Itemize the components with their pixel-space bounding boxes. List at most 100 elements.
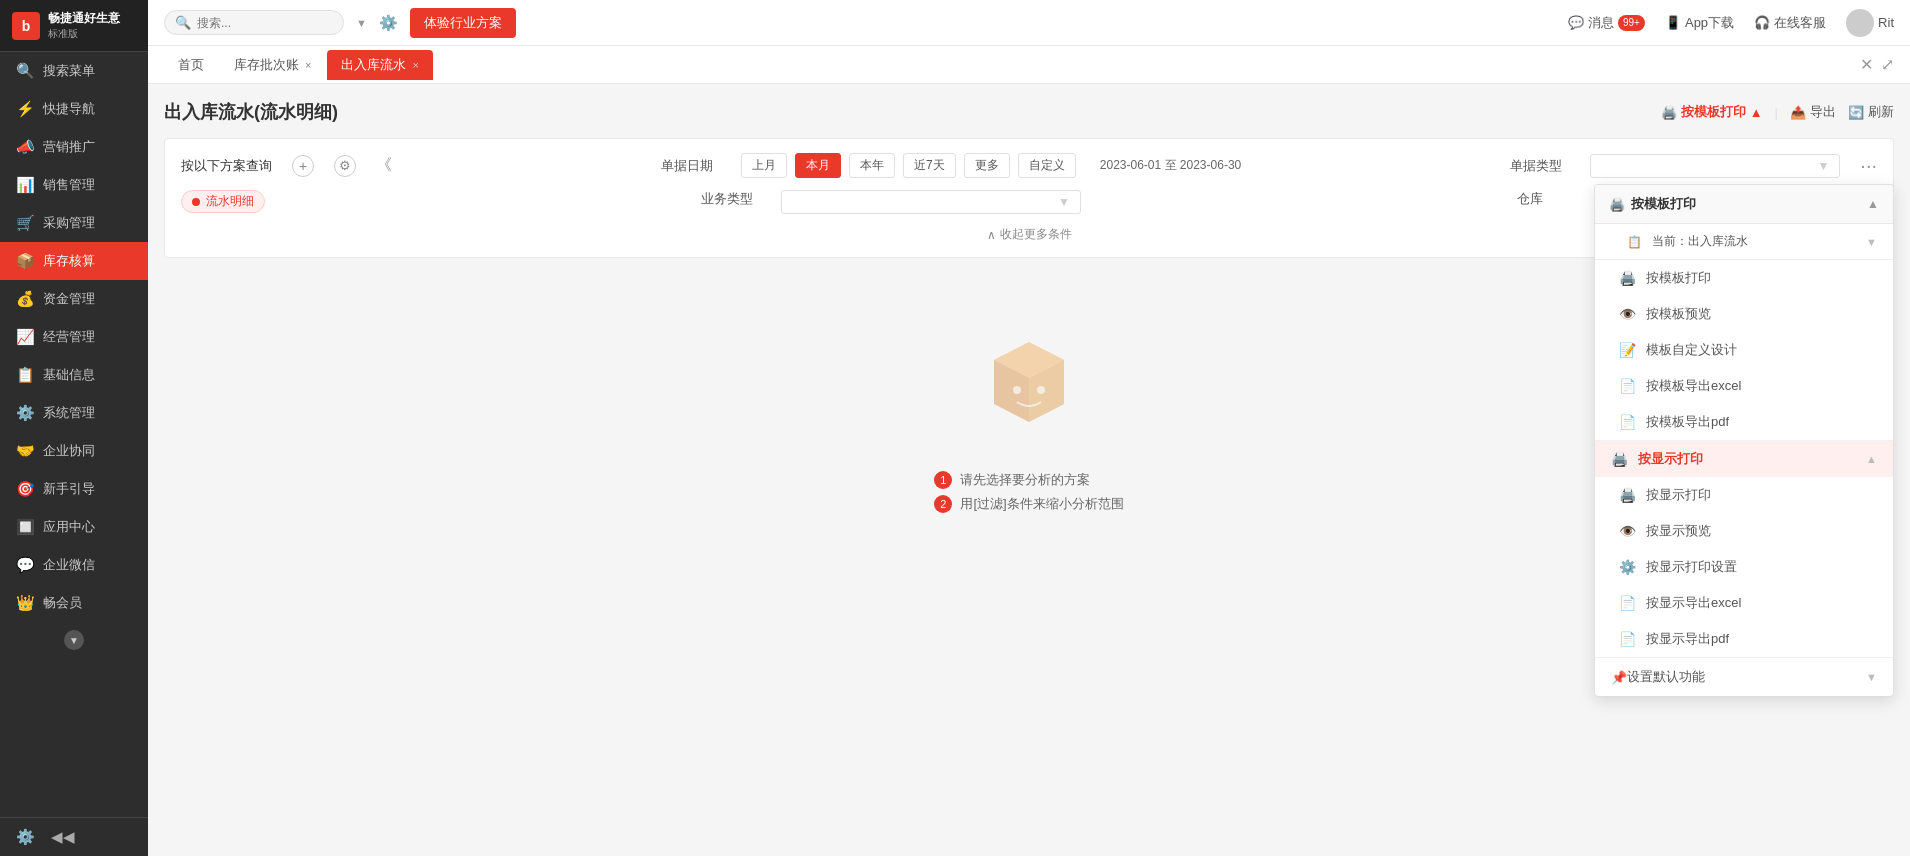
dropdown-template-excel[interactable]: 📄 按模板导出excel [1595, 368, 1893, 404]
empty-illustration [979, 332, 1079, 451]
dropdown-footer[interactable]: 📌 设置默认功能 ▼ [1595, 658, 1893, 696]
sidebar-item-basic-info-label: 基础信息 [43, 366, 95, 384]
sidebar-item-marketing[interactable]: 📣营销推广 [0, 128, 148, 166]
customer-service-btn[interactable]: 🎧 在线客服 [1754, 14, 1826, 32]
date-btn-本年[interactable]: 本年 [849, 153, 895, 178]
sidebar-item-app-center[interactable]: 🔲 应用中心 [0, 508, 148, 546]
filter-tag: 流水明细 [181, 190, 265, 213]
brand-sub: 标准版 [48, 27, 120, 41]
window-expand-btn[interactable]: ⤢ [1881, 55, 1894, 74]
dropdown-template-print[interactable]: 🖨️ 按模板打印 [1595, 260, 1893, 296]
sidebar-bottom: ⚙️ ◀◀ [0, 817, 148, 856]
biz-type-label: 业务类型 [701, 190, 761, 208]
message-label: 消息 [1588, 14, 1614, 32]
dropdown-template-pdf[interactable]: 📄 按模板导出pdf [1595, 404, 1893, 440]
sidebar-item-quick-nav[interactable]: ⚡快捷导航 [0, 90, 148, 128]
dropdown-template-preview[interactable]: 👁️ 按模板预览 [1595, 296, 1893, 332]
display-header-icon: 🖨️ [1611, 451, 1628, 467]
settings-icon[interactable]: ⚙️ [16, 828, 35, 846]
tab-inventory-batch-close[interactable]: × [305, 59, 311, 71]
sidebar-item-enterprise[interactable]: 🤝企业协同 [0, 432, 148, 470]
display-print-label: 按显示打印 [1646, 486, 1711, 504]
tab-inventory-batch[interactable]: 库存批次账 × [220, 50, 325, 80]
dropdown-display-preview[interactable]: 👁️ 按显示预览 [1595, 513, 1893, 549]
sidebar-logo-text: 畅捷通好生意 标准版 [48, 10, 120, 41]
member-icon: 👑 [16, 594, 35, 612]
dropdown-display-print[interactable]: 🖨️ 按显示打印 [1595, 477, 1893, 513]
page-header: 出入库流水(流水明细) 🖨️ 按模板打印 ▲ | 📤 导出 🔄 刷新 [164, 100, 1894, 124]
export-icon: 📤 [1790, 105, 1806, 120]
filter-setting-btn[interactable]: ⚙ [334, 155, 356, 177]
doc-type-chevron: ▼ [1817, 159, 1829, 173]
export-btn[interactable]: 📤 导出 [1790, 103, 1836, 121]
filter-collapse-btn[interactable]: 《 [376, 155, 392, 176]
template-pdf-label: 按模板导出pdf [1646, 413, 1729, 431]
dropdown-display-header[interactable]: 🖨️ 按显示打印 ▲ [1595, 441, 1893, 477]
user-avatar-btn[interactable]: Rit [1846, 9, 1894, 37]
sidebar-item-member-label: 畅会员 [43, 594, 82, 612]
topbar-search-box[interactable]: 🔍 [164, 10, 344, 35]
refresh-icon: 🔄 [1848, 105, 1864, 120]
search-icon: 🔍 [175, 15, 191, 30]
print-template-btn[interactable]: 🖨️ 按模板打印 ▲ [1661, 103, 1763, 121]
sidebar-item-wecom[interactable]: 💬企业微信 [0, 546, 148, 584]
sidebar-item-member[interactable]: 👑 畅会员 [0, 584, 148, 622]
dropdown-collapse-icon[interactable]: ▲ [1867, 197, 1879, 211]
sidebar-item-finance[interactable]: 💰资金管理 [0, 280, 148, 318]
sidebar-item-search[interactable]: 🔍搜索菜单 [0, 52, 148, 90]
refresh-btn[interactable]: 🔄 刷新 [1848, 103, 1894, 121]
tab-inventory-flow-close[interactable]: × [412, 59, 418, 71]
sidebar-item-operation[interactable]: 📈经营管理 [0, 318, 148, 356]
doc-type-more[interactable]: ··· [1860, 154, 1877, 177]
svg-point-4 [1013, 386, 1021, 394]
sidebar-item-sales[interactable]: 📊销售管理 [0, 166, 148, 204]
marketing-icon: 📣 [16, 138, 35, 156]
basic-info-icon: 📋 [16, 366, 35, 384]
topbar-gear-icon[interactable]: ⚙️ [379, 14, 398, 32]
sidebar-item-enterprise-label: 企业协同 [43, 442, 95, 460]
template-pdf-icon: 📄 [1619, 414, 1636, 430]
dropdown-template-custom[interactable]: 📝 模板自定义设计 [1595, 332, 1893, 368]
sidebar-item-purchase[interactable]: 🛒采购管理 [0, 204, 148, 242]
download-icon: 📱 [1665, 15, 1681, 30]
app-center-icon: 🔲 [16, 518, 35, 536]
filter-tag-label: 流水明细 [206, 193, 254, 210]
search-dropdown-icon[interactable]: ▼ [356, 17, 367, 29]
doc-type-select[interactable]: ▼ [1590, 154, 1840, 178]
date-btn-本月[interactable]: 本月 [795, 153, 841, 178]
sidebar-scroll-down[interactable]: ▼ [64, 630, 84, 650]
message-btn[interactable]: 💬 消息 99+ [1568, 14, 1645, 32]
display-settings-label: 按显示打印设置 [1646, 558, 1737, 576]
sidebar-item-app-center-label: 应用中心 [43, 518, 95, 536]
dropdown-current-item[interactable]: 📋 当前：出入库流水 ▼ [1595, 224, 1893, 259]
dropdown-title-label: 按模板打印 [1631, 195, 1696, 213]
collapse-icon[interactable]: ◀◀ [51, 828, 75, 846]
sidebar-item-system[interactable]: ⚙️系统管理 [0, 394, 148, 432]
date-btn-近7天[interactable]: 近7天 [903, 153, 956, 178]
sidebar-item-basic-info[interactable]: 📋 基础信息 [0, 356, 148, 394]
dropdown-display-pdf[interactable]: 📄 按显示导出pdf [1595, 621, 1893, 657]
industry-btn[interactable]: 体验行业方案 [410, 8, 516, 38]
app-download-btn[interactable]: 📱 App下载 [1665, 14, 1734, 32]
search-input[interactable] [197, 16, 317, 30]
empty-box-svg [979, 332, 1079, 432]
main-area: 🔍 ▼ ⚙️ 体验行业方案 💬 消息 99+ 📱 App下载 🎧 在线客服 Ri… [148, 0, 1910, 856]
current-template-label: 当前：出入库流水 [1652, 233, 1748, 250]
sidebar-item-guide[interactable]: 🎯新手引导 [0, 470, 148, 508]
tab-home[interactable]: 首页 [164, 50, 218, 80]
window-close-btn[interactable]: ✕ [1860, 55, 1873, 74]
tab-inventory-flow[interactable]: 出入库流水 × [327, 50, 432, 80]
date-btn-上月[interactable]: 上月 [741, 153, 787, 178]
biz-type-select[interactable]: ▼ [781, 190, 1081, 214]
sidebar-item-inventory[interactable]: 📦库存核算 [0, 242, 148, 280]
date-btn-更多[interactable]: 更多 [964, 153, 1010, 178]
print-template-label: 按模板打印 [1681, 103, 1746, 121]
customer-service-label: 在线客服 [1774, 14, 1826, 32]
dropdown-display-excel[interactable]: 📄 按显示导出excel [1595, 585, 1893, 621]
filter-add-btn[interactable]: + [292, 155, 314, 177]
date-btn-自定义[interactable]: 自定义 [1018, 153, 1076, 178]
template-excel-icon: 📄 [1619, 378, 1636, 394]
guide-icon: 🎯 [16, 480, 35, 498]
dropdown-display-settings[interactable]: ⚙️ 按显示打印设置 [1595, 549, 1893, 585]
tabs-right-controls: ✕ ⤢ [1860, 55, 1894, 74]
